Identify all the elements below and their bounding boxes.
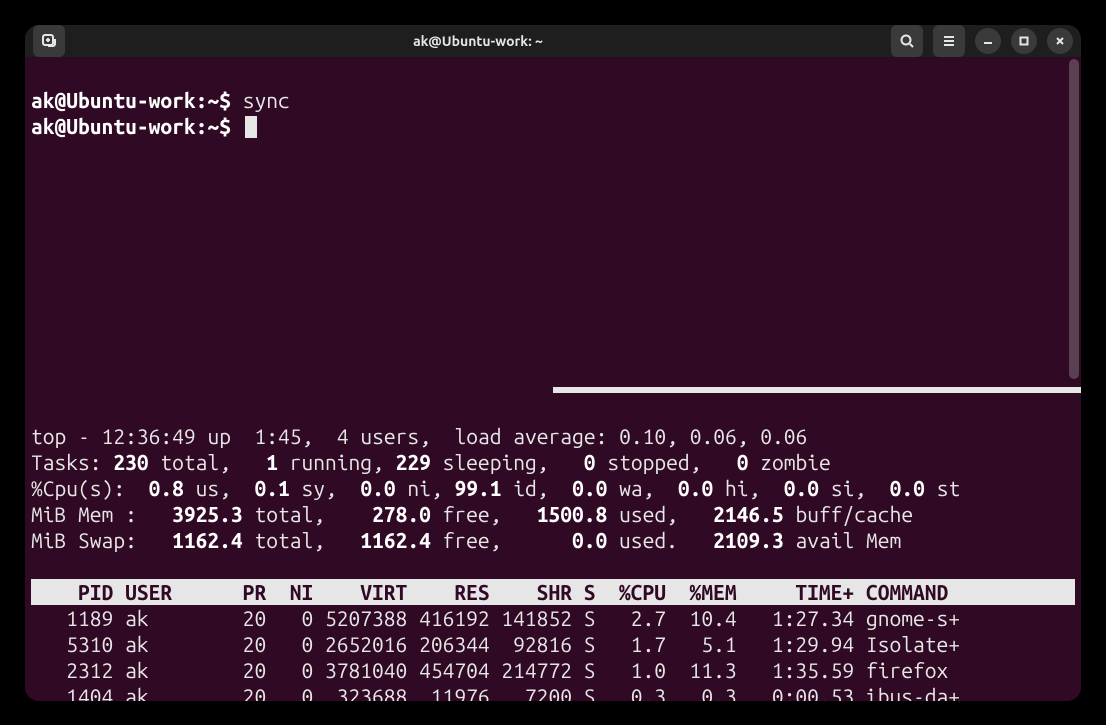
maximize-button[interactable] [1011, 28, 1037, 54]
top-mem-line: MiB Mem : 3925.3 total, 278.0 free, 1500… [31, 502, 913, 526]
top-pane[interactable]: top - 12:36:49 up 1:45, 4 users, load av… [25, 393, 1081, 701]
top-swap-line: MiB Swap: 1162.4 total, 1162.4 free, 0.0… [31, 528, 901, 552]
window-title: ak@Ubuntu-work: ~ [65, 33, 891, 49]
close-button[interactable] [1047, 28, 1073, 54]
scrollbar[interactable] [1069, 59, 1079, 379]
cursor [245, 116, 257, 138]
table-row[interactable]: 1404 ak 20 0 323688 11976 7200 S 0.3 0.3… [31, 684, 960, 701]
top-cpu-line: %Cpu(s): 0.8 us, 0.1 sy, 0.0 ni, 99.1 id… [31, 476, 960, 500]
search-button[interactable] [891, 25, 923, 57]
top-header-row: PID USER PR NI VIRT RES SHR S %CPU %MEM … [31, 579, 1075, 605]
table-row[interactable]: 1189 ak 20 0 5207388 416192 141852 S 2.7… [31, 606, 960, 630]
table-row[interactable]: 2312 ak 20 0 3781040 454704 214772 S 1.0… [31, 658, 948, 682]
menu-button[interactable] [933, 25, 965, 57]
top-summary-line: top - 12:36:49 up 1:45, 4 users, load av… [31, 424, 807, 448]
top-blank-line [31, 554, 43, 578]
prompt: ak@Ubuntu-work:~$ [31, 114, 231, 138]
top-tasks-line: Tasks: 230 total, 1 running, 229 sleepin… [31, 450, 831, 474]
terminal-body[interactable]: ak@Ubuntu-work:~$ sync ak@Ubuntu-work:~$… [25, 57, 1081, 701]
table-row[interactable]: 5310 ak 20 0 2652016 206344 92816 S 1.7 … [31, 632, 960, 656]
prompt: ak@Ubuntu-work:~$ [31, 88, 231, 112]
terminal-window: ak@Ubuntu-work: ~ ak@Ubuntu-work:~$ sync… [25, 25, 1081, 701]
minimize-button[interactable] [975, 28, 1001, 54]
shell-pane[interactable]: ak@Ubuntu-work:~$ sync ak@Ubuntu-work:~$ [25, 57, 1081, 387]
titlebar: ak@Ubuntu-work: ~ [25, 25, 1081, 57]
command: sync [243, 88, 290, 112]
new-tab-button[interactable] [33, 25, 65, 57]
